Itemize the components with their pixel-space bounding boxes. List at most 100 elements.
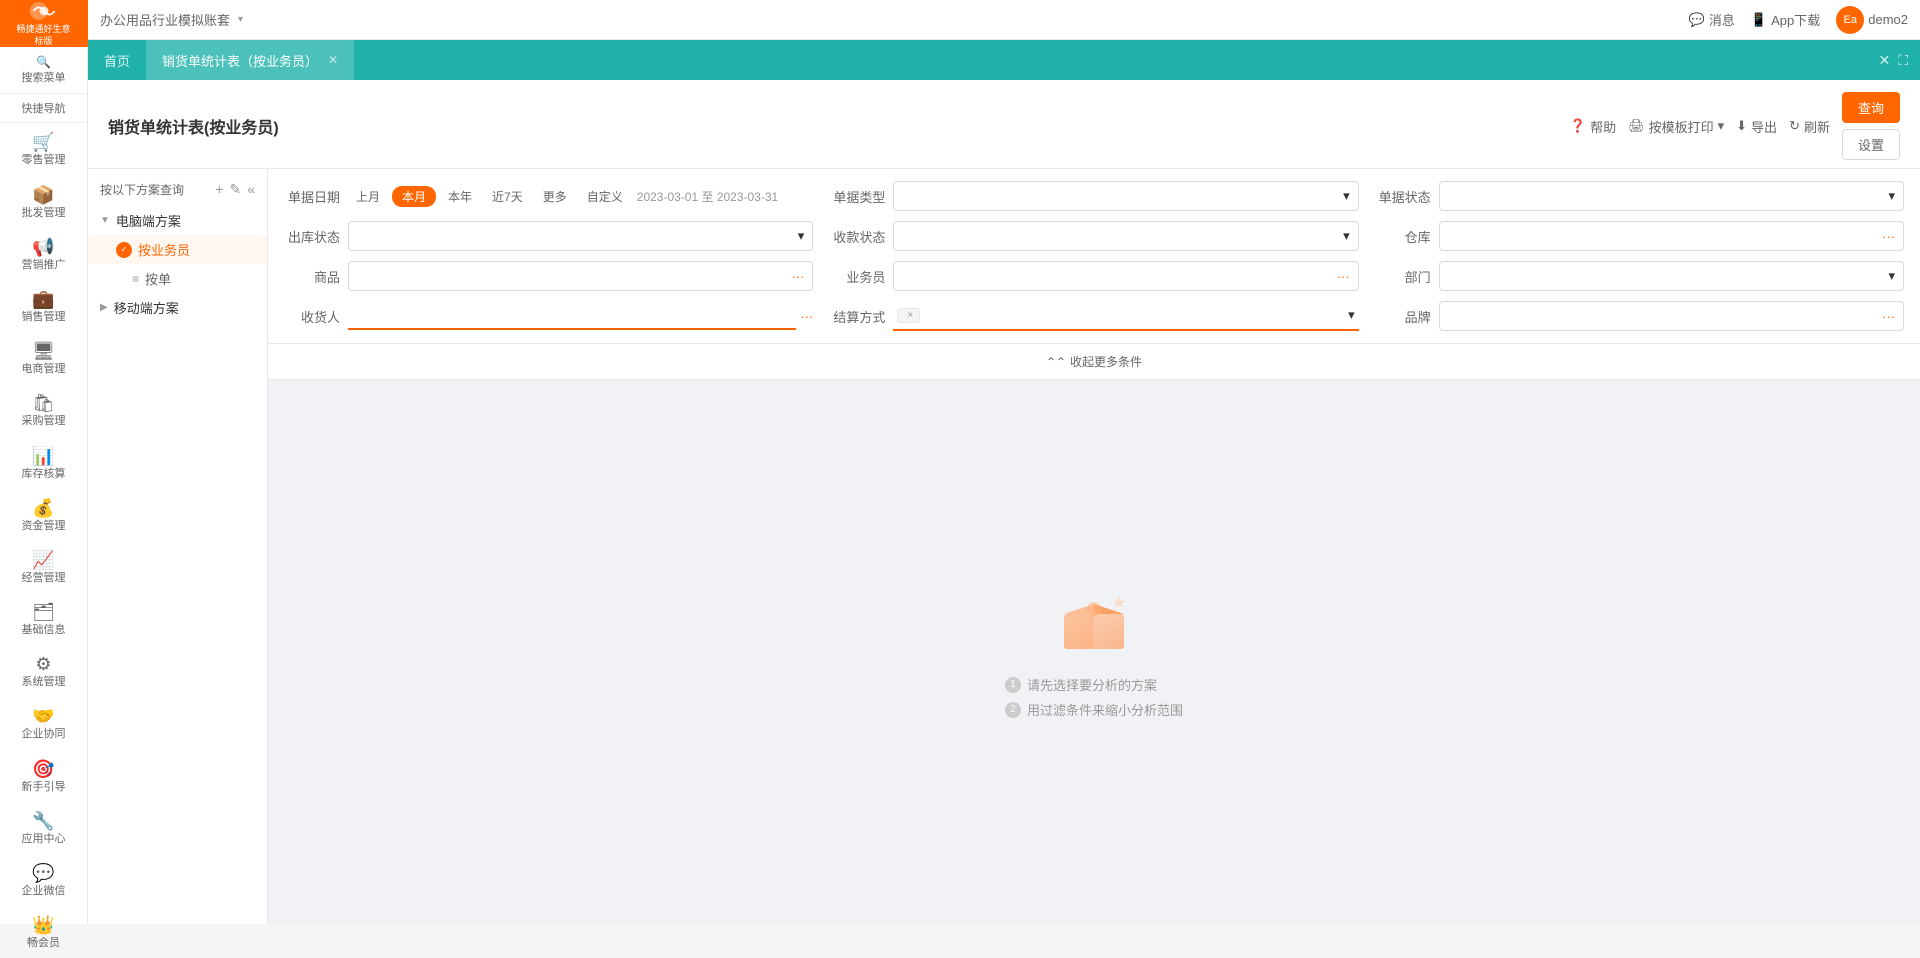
- settlement-select[interactable]: × ▾: [893, 301, 1358, 331]
- tab-home[interactable]: 首页: [88, 40, 146, 80]
- scheme-group-mobile-header[interactable]: ▶ 移动端方案: [88, 293, 267, 322]
- sidebar-item-operations[interactable]: 📈 经营管理: [0, 541, 87, 593]
- sidebar-quick-nav[interactable]: 快捷导航: [0, 94, 87, 123]
- export-label: 导出: [1751, 117, 1777, 136]
- query-button[interactable]: 查询: [1842, 92, 1900, 123]
- sidebar-item-wholesale[interactable]: 📦 批发管理: [0, 176, 87, 228]
- topbar-left: 办公用品行业模拟账套 ▾: [100, 10, 243, 29]
- member-icon: 👑: [32, 916, 54, 934]
- paymentstatus-select[interactable]: ▾: [893, 221, 1358, 251]
- topbar-right: 💬 消息 📱 App下载 Ea demo2: [1689, 6, 1908, 34]
- product-select[interactable]: ···: [348, 261, 813, 291]
- messages-button[interactable]: 💬 消息: [1689, 10, 1735, 29]
- date-tab-custom[interactable]: 自定义: [579, 186, 631, 207]
- salesman-select[interactable]: ···: [893, 261, 1358, 291]
- tab-expand-icon[interactable]: ⛶: [1898, 52, 1908, 69]
- messages-icon: 💬: [1689, 12, 1705, 28]
- date-tab-thisyear[interactable]: 本年: [440, 186, 480, 207]
- date-tab-more[interactable]: 更多: [535, 186, 575, 207]
- expand-mobile-icon: ▶: [100, 302, 108, 313]
- sidebar-item-basic[interactable]: 🗂 基础信息: [0, 593, 87, 645]
- consignee-dots[interactable]: ···: [800, 309, 813, 324]
- sidebar-item-wechat[interactable]: 💬 企业微信: [0, 854, 87, 906]
- date-tab-lastmonth[interactable]: 上月: [348, 186, 388, 207]
- warehouse-dots[interactable]: ···: [1882, 229, 1895, 244]
- filter-cell-settlement: 结算方式 × ▾: [829, 301, 1358, 331]
- export-button[interactable]: ⬇ 导出: [1736, 117, 1777, 136]
- sidebar-search[interactable]: 🔍 搜索菜单: [0, 47, 87, 94]
- print-dropdown-icon[interactable]: ▾: [1718, 118, 1725, 134]
- sidebar-item-ecommerce[interactable]: 🖥 电商管理: [0, 332, 87, 384]
- scheme-item-by-salesman[interactable]: ✓ 按业务员: [88, 235, 267, 264]
- messages-label: 消息: [1709, 10, 1735, 29]
- workspace-title: 办公用品行业模拟账套: [100, 10, 230, 29]
- consignee-input[interactable]: [348, 302, 796, 330]
- app-download-button[interactable]: 📱 App下载: [1751, 10, 1820, 29]
- tab-close-icon[interactable]: ✕: [328, 53, 338, 67]
- tab-close-all-icon[interactable]: ✕: [1878, 52, 1890, 69]
- collapse-panel-icon[interactable]: «: [247, 181, 255, 198]
- print-icon: 🖨: [1628, 118, 1645, 134]
- workspace-dropdown-icon[interactable]: ▾: [238, 14, 243, 25]
- sidebar-item-enterprise[interactable]: 🤝 企业协同: [0, 697, 87, 749]
- brand-select[interactable]: ···: [1439, 301, 1904, 331]
- add-scheme-icon[interactable]: +: [215, 181, 223, 198]
- empty-tips: 1 请先选择要分析的方案 2 用过滤条件来缩小分析范围: [1005, 675, 1183, 725]
- left-panel: 按以下方案查询 + ✎ « ▼ 电脑端方案 ✓: [88, 169, 268, 924]
- order-scheme-label: 按单: [145, 269, 171, 288]
- department-select[interactable]: ▾: [1439, 261, 1904, 291]
- filter-cell-product: 商品 ···: [284, 261, 813, 291]
- filter-cell-paymentstatus: 收款状态 ▾: [829, 221, 1358, 251]
- filter-row-3: 商品 ··· 业务员 ··· 部门: [284, 261, 1904, 291]
- tip-2-text: 用过滤条件来缩小分析范围: [1027, 700, 1183, 719]
- date-tab-7days[interactable]: 近7天: [484, 186, 531, 207]
- empty-state: 1 请先选择要分析的方案 2 用过滤条件来缩小分析范围: [1005, 579, 1183, 725]
- date-range-display: 2023-03-01 至 2023-03-31: [637, 188, 778, 205]
- refresh-label: 刷新: [1804, 117, 1830, 136]
- user-name: demo2: [1868, 12, 1908, 27]
- download-icon: 📱: [1751, 12, 1767, 28]
- user-profile[interactable]: Ea demo2: [1836, 6, 1908, 34]
- salesman-scheme-dot: ✓: [116, 242, 132, 258]
- user-avatar: Ea: [1836, 6, 1864, 34]
- sidebar-item-inventory[interactable]: 📊 库存核算: [0, 437, 87, 489]
- print-button[interactable]: 🖨 按模板打印 ▾: [1628, 117, 1724, 136]
- filter-cell-salesman: 业务员 ···: [829, 261, 1358, 291]
- doctype-label: 单据类型: [829, 187, 885, 206]
- settings-button[interactable]: 设置: [1842, 129, 1900, 160]
- filter-cell-docstatus: 单据状态 ▾: [1375, 181, 1904, 211]
- sidebar-item-member[interactable]: 👑 畅会员: [0, 906, 87, 958]
- sidebar-item-marketing[interactable]: 📢 营销推广: [0, 228, 87, 280]
- logo-text: 畅捷通好生意 标版: [16, 24, 70, 47]
- help-button[interactable]: ❓ 帮助: [1570, 117, 1616, 136]
- print-label: 按模板打印: [1649, 117, 1714, 136]
- warehouse-select[interactable]: ···: [1439, 221, 1904, 251]
- sidebar-item-retail[interactable]: 🛒 零售管理: [0, 123, 87, 175]
- filter-row-1: 单据日期 上月 本月 本年 近7天 更多 自定义 20: [284, 181, 1904, 211]
- settlement-remove-icon[interactable]: ×: [907, 310, 913, 321]
- sidebar-item-newbie[interactable]: 🎯 新手引导: [0, 750, 87, 802]
- brand-dots[interactable]: ···: [1882, 309, 1895, 324]
- edit-scheme-icon[interactable]: ✎: [229, 181, 241, 198]
- sidebar-item-system[interactable]: ⚙ 系统管理: [0, 645, 87, 697]
- refresh-button[interactable]: ↻ 刷新: [1789, 117, 1830, 136]
- salesman-dots[interactable]: ···: [1337, 269, 1350, 284]
- scheme-group-desktop-header[interactable]: ▼ 电脑端方案: [88, 206, 267, 235]
- tabbar: 首页 销货单统计表（按业务员） ✕ ✕ ⛶: [88, 40, 1920, 80]
- tab-sales-stat[interactable]: 销货单统计表（按业务员） ✕: [146, 40, 354, 80]
- sidebar-search-label: 搜索菜单: [0, 69, 87, 85]
- date-tab-thismonth[interactable]: 本月: [392, 186, 436, 207]
- sidebar-item-purchase[interactable]: 🛍 采购管理: [0, 384, 87, 436]
- sidebar-item-finance[interactable]: 💰 资金管理: [0, 489, 87, 541]
- scheme-group-desktop: ▼ 电脑端方案 ✓ 按业务员 ≡ 按单: [88, 206, 267, 293]
- stockstatus-select[interactable]: ▾: [348, 221, 813, 251]
- collapse-button[interactable]: ⌃⌃ 收起更多条件: [1036, 350, 1152, 373]
- sidebar-item-appcenter[interactable]: 🔧 应用中心: [0, 802, 87, 854]
- search-icon: 🔍: [0, 55, 87, 69]
- docstatus-select[interactable]: ▾: [1439, 181, 1904, 211]
- doctype-select[interactable]: ▾: [893, 181, 1358, 211]
- left-panel-actions: + ✎ «: [215, 181, 255, 198]
- sidebar-item-sales[interactable]: 💼 销售管理: [0, 280, 87, 332]
- product-dots[interactable]: ···: [791, 269, 804, 284]
- scheme-item-by-order[interactable]: ≡ 按单: [88, 264, 267, 293]
